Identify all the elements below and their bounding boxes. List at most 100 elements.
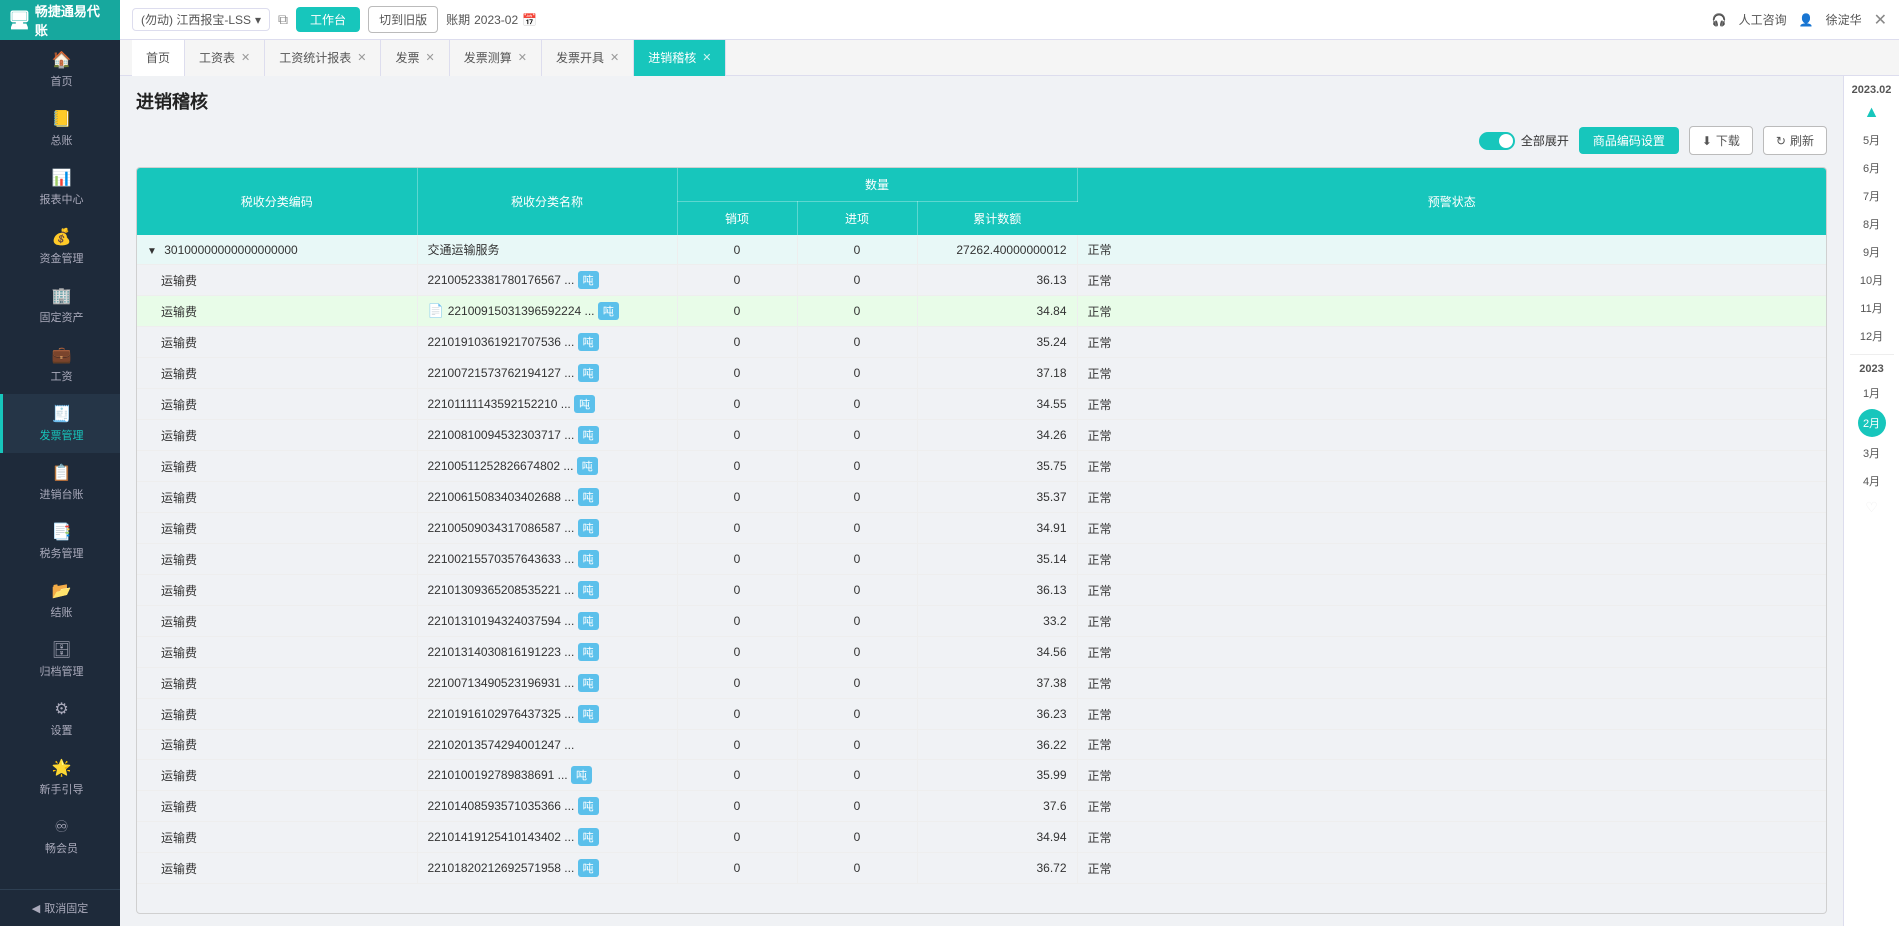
sidebar-item-label: 税务管理 bbox=[40, 545, 84, 561]
td-item-sales: 0 bbox=[677, 358, 797, 389]
tax-icon: 📑 bbox=[52, 522, 72, 542]
workbench-button[interactable]: 工作台 bbox=[296, 7, 360, 32]
td-item-name: 运输费 bbox=[137, 482, 417, 513]
unit-tag: 吨 bbox=[578, 333, 599, 351]
tab-invoice-issue[interactable]: 发票开具 ✕ bbox=[542, 40, 634, 76]
home-icon: 🏠 bbox=[52, 50, 72, 70]
sidebar-item-label: 工资 bbox=[51, 368, 73, 384]
td-item-sales: 0 bbox=[677, 637, 797, 668]
sidebar-item-home[interactable]: 🏠 首页 bbox=[0, 40, 120, 99]
rp-month-5[interactable]: 5月 bbox=[1844, 126, 1899, 154]
expand-switch[interactable] bbox=[1479, 132, 1515, 150]
rp-month-3[interactable]: 3月 bbox=[1844, 439, 1899, 467]
tab-payroll-close[interactable]: ✕ bbox=[241, 51, 250, 64]
rp-month-7[interactable]: 7月 bbox=[1844, 182, 1899, 210]
th-purchase: 进项 bbox=[797, 202, 917, 236]
td-item-taxcode: 221008100945323037​17 ... 吨 bbox=[417, 420, 677, 451]
rp-month-11[interactable]: 11月 bbox=[1844, 294, 1899, 322]
td-item-status: 正常 bbox=[1077, 760, 1826, 791]
tab-sales-check-close[interactable]: ✕ bbox=[702, 51, 711, 64]
td-item-status: 正常 bbox=[1077, 822, 1826, 853]
td-item-taxcode: 221005090343170865​87 ... 吨 bbox=[417, 513, 677, 544]
rp-month-6[interactable]: 6月 bbox=[1844, 154, 1899, 182]
period-display: 账期 2023-02 📅 bbox=[446, 11, 537, 28]
company-selector[interactable]: (勿动) 江西报宝-LSS ▾ bbox=[132, 8, 270, 31]
td-item-cumulative: 34.94 bbox=[917, 822, 1077, 853]
td-item-name: 运输费 bbox=[137, 296, 417, 327]
tab-invoice-close[interactable]: ✕ bbox=[426, 51, 435, 64]
sidebar-item-settings[interactable]: ⚙ 设置 bbox=[0, 689, 120, 748]
td-item-taxcode: 221019103619217075​36 ... 吨 bbox=[417, 327, 677, 358]
td-item-purchase: 0 bbox=[797, 513, 917, 544]
support-label[interactable]: 人工咨询 bbox=[1739, 11, 1787, 28]
tab-invoice-calc-close[interactable]: ✕ bbox=[518, 51, 527, 64]
sidebar-item-membership[interactable]: ♾ 畅会员 bbox=[0, 807, 120, 866]
tab-invoice[interactable]: 发票 ✕ bbox=[381, 40, 449, 76]
rp-month-8[interactable]: 8月 bbox=[1844, 210, 1899, 238]
td-item-cumulative: 36.13 bbox=[917, 575, 1077, 606]
td-item-purchase: 0 bbox=[797, 637, 917, 668]
sidebar-item-invoice[interactable]: 🧾 发票管理 bbox=[0, 394, 120, 453]
download-button[interactable]: ⬇ 下载 bbox=[1689, 126, 1753, 155]
refresh-button[interactable]: ↻ 刷新 bbox=[1763, 126, 1827, 155]
unit-tag: 吨 bbox=[578, 643, 599, 661]
td-item-cumulative: 35.24 bbox=[917, 327, 1077, 358]
td-item-cumulative: 34.91 bbox=[917, 513, 1077, 544]
td-item-cumulative: 36.23 bbox=[917, 699, 1077, 730]
rp-month-12[interactable]: 12月 bbox=[1844, 322, 1899, 350]
td-item-taxcode: 221014085935710353​66 ... 吨 bbox=[417, 791, 677, 822]
pin-label: 取消固定 bbox=[44, 900, 88, 916]
switch-version-button[interactable]: 切到旧版 bbox=[368, 6, 438, 33]
main-area: (勿动) 江西报宝-LSS ▾ ⧉ 工作台 切到旧版 账期 2023-02 📅 … bbox=[120, 0, 1899, 926]
rp-month-4[interactable]: 4月 bbox=[1844, 467, 1899, 495]
sidebar-item-close-accounts[interactable]: 📂 结账 bbox=[0, 571, 120, 630]
tab-invoice-issue-close[interactable]: ✕ bbox=[610, 51, 619, 64]
sidebar-item-purchases[interactable]: 📋 进销台账 bbox=[0, 453, 120, 512]
settings-icon: ⚙ bbox=[54, 699, 68, 719]
rp-month-1[interactable]: 1月 bbox=[1844, 379, 1899, 407]
td-item-purchase: 0 bbox=[797, 575, 917, 606]
sidebar-item-tax[interactable]: 📑 税务管理 bbox=[0, 512, 120, 571]
td-item-purchase: 0 bbox=[797, 389, 917, 420]
sidebar-item-label: 畅会员 bbox=[45, 840, 78, 856]
sidebar-item-assets[interactable]: 🏢 固定资产 bbox=[0, 276, 120, 335]
product-settings-button[interactable]: 商品编码设置 bbox=[1579, 127, 1679, 154]
td-item-sales: 0 bbox=[677, 822, 797, 853]
rp-month-2-active[interactable]: 2月 bbox=[1858, 409, 1886, 437]
tab-payroll-stats-close[interactable]: ✕ bbox=[357, 51, 366, 64]
close-button[interactable]: ✕ bbox=[1874, 10, 1887, 30]
td-group-code: ▼ 30100000000000000000 bbox=[137, 235, 417, 265]
tab-home[interactable]: 首页 bbox=[132, 40, 185, 76]
company-name: (勿动) 江西报宝-LSS bbox=[141, 11, 251, 28]
calendar-icon[interactable]: 📅 bbox=[522, 13, 537, 27]
tab-payroll[interactable]: 工资表 ✕ bbox=[185, 40, 265, 76]
copy-icon[interactable]: ⧉ bbox=[278, 11, 288, 28]
td-item-name: 运输费 bbox=[137, 791, 417, 822]
td-item-sales: 0 bbox=[677, 730, 797, 760]
tab-invoice-calc[interactable]: 发票测算 ✕ bbox=[450, 40, 542, 76]
rp-month-9[interactable]: 9月 bbox=[1844, 238, 1899, 266]
unit-tag: 吨 bbox=[578, 612, 599, 630]
td-item-sales: 0 bbox=[677, 482, 797, 513]
th-cumulative: 累计数额 bbox=[917, 202, 1077, 236]
sidebar-item-payroll[interactable]: 💼 工资 bbox=[0, 335, 120, 394]
td-item-cumulative: 35.75 bbox=[917, 451, 1077, 482]
sidebar-item-guide[interactable]: 🌟 新手引导 bbox=[0, 748, 120, 807]
sidebar-item-archive[interactable]: 🗄 归档管理 bbox=[0, 630, 120, 689]
sidebar-item-ledger[interactable]: 📒 总账 bbox=[0, 99, 120, 158]
td-item-status: 正常 bbox=[1077, 358, 1826, 389]
sidebar-item-funds[interactable]: 💰 资金管理 bbox=[0, 217, 120, 276]
td-item-name: 运输费 bbox=[137, 389, 417, 420]
td-group-cumulative: 27262.40000000012 bbox=[917, 235, 1077, 265]
td-item-sales: 0 bbox=[677, 668, 797, 699]
td-item-name: 运输费 bbox=[137, 327, 417, 358]
td-item-taxcode: 221005112528266748​02 ... 吨 bbox=[417, 451, 677, 482]
pin-toggle[interactable]: ◀ 取消固定 bbox=[0, 889, 120, 926]
rp-up-arrow[interactable]: ▲ bbox=[1864, 100, 1880, 126]
rp-month-10[interactable]: 10月 bbox=[1844, 266, 1899, 294]
expand-arrow-icon[interactable]: ▼ bbox=[147, 246, 157, 257]
tab-sales-check[interactable]: 进销稽核 ✕ bbox=[634, 40, 726, 76]
tab-payroll-stats[interactable]: 工资统计报表 ✕ bbox=[265, 40, 381, 76]
expand-toggle[interactable]: 全部展开 bbox=[1479, 132, 1569, 150]
sidebar-item-reports[interactable]: 📊 报表中心 bbox=[0, 158, 120, 217]
